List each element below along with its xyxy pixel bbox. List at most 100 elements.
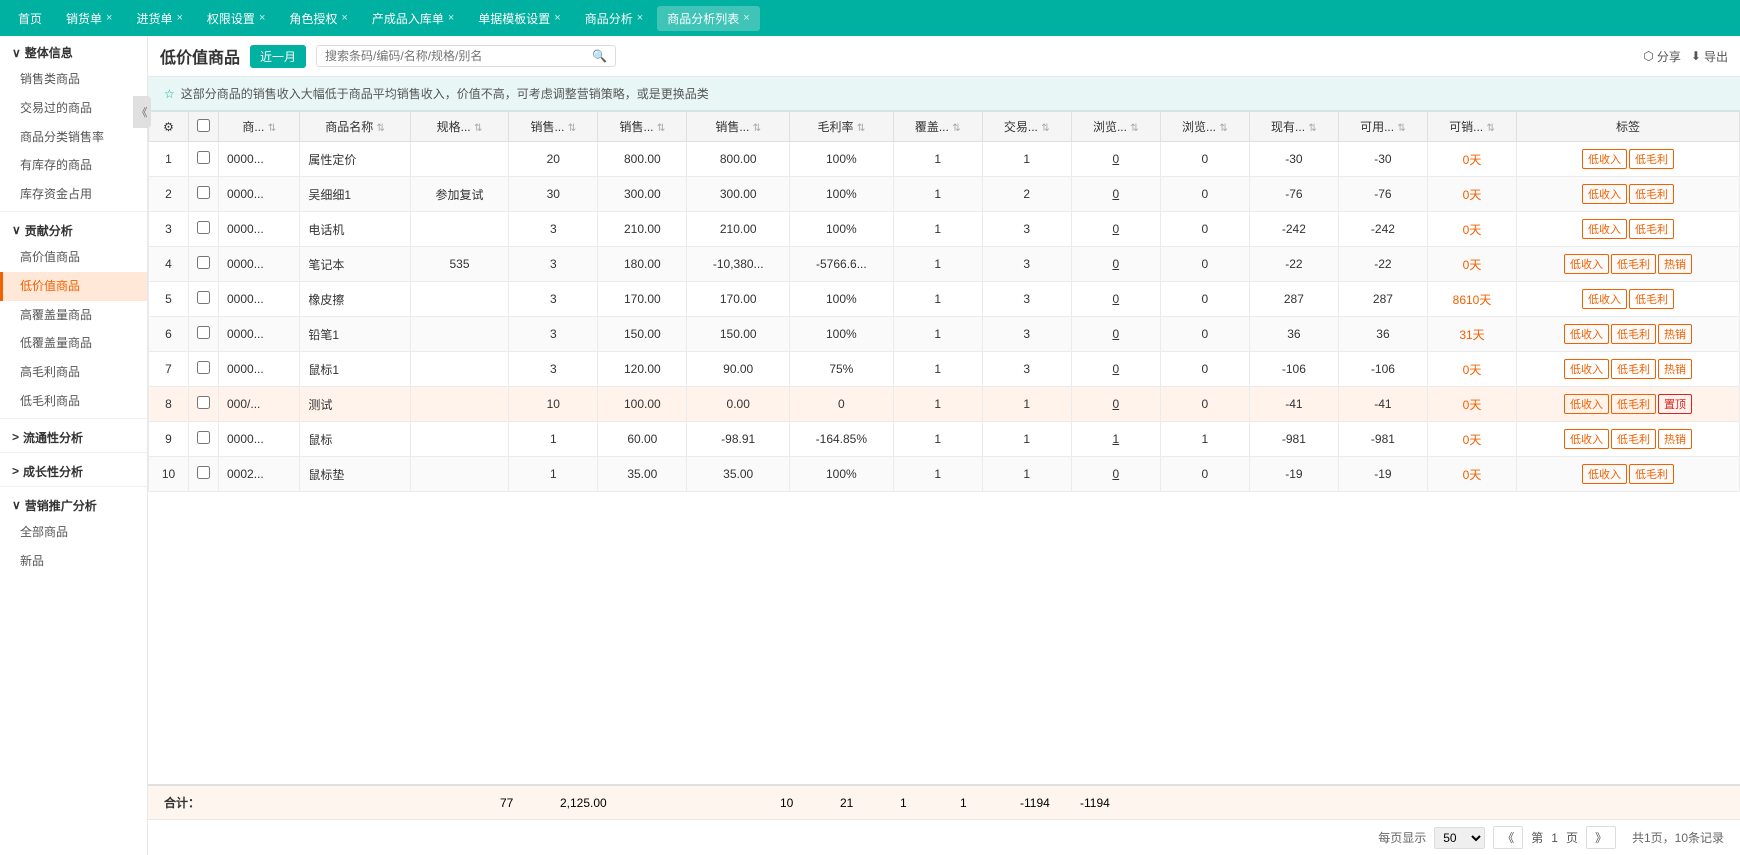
sidebar-item-high-margin[interactable]: 高毛利商品 (0, 358, 147, 387)
row-available: -30 (1338, 142, 1427, 177)
prev-page-button[interactable]: 《 (1493, 826, 1523, 849)
col-gross-margin[interactable]: 毛利率 ⇅ (790, 112, 894, 142)
browse1-value[interactable]: 0 (1112, 327, 1119, 341)
footer-browse2: 1 (960, 796, 1020, 810)
sidebar-item-low-value[interactable]: 低价值商品 (0, 272, 147, 301)
row-no: 3 (149, 212, 189, 247)
col-transaction[interactable]: 交易... ⇅ (982, 112, 1071, 142)
row-sales-qty: 20 (509, 142, 598, 177)
col-browse2[interactable]: 浏览... ⇅ (1160, 112, 1249, 142)
export-button[interactable]: ⬇ 导出 (1691, 48, 1728, 65)
nav-home[interactable]: 首页 (8, 6, 52, 31)
sidebar-collapse-button[interactable]: 《 (133, 96, 151, 128)
sidebar-item-high-value[interactable]: 高价值商品 (0, 243, 147, 272)
search-input[interactable] (325, 49, 592, 63)
row-available: 287 (1338, 282, 1427, 317)
row-checkbox[interactable] (197, 221, 210, 234)
pagination-bar: 每页显示 50 100 200 《 第 1 页 》 共1页，10条记录 (148, 819, 1740, 855)
sidebar-group-marketing[interactable]: ∨ 营销推广分析 (0, 489, 147, 518)
browse1-value[interactable]: 0 (1112, 397, 1119, 411)
col-browse1[interactable]: 浏览... ⇅ (1071, 112, 1160, 142)
col-current[interactable]: 现有... ⇅ (1249, 112, 1338, 142)
col-sales-qty[interactable]: 销售... ⇅ (509, 112, 598, 142)
sidebar-item-traded-goods[interactable]: 交易过的商品 (0, 94, 147, 123)
sidebar-item-new-goods[interactable]: 新品 (0, 547, 147, 576)
sidebar-item-category-sales-rate[interactable]: 商品分类销售率 (0, 123, 147, 152)
browse1-value[interactable]: 1 (1112, 432, 1119, 446)
nav-sales[interactable]: 销货单 × (56, 6, 122, 31)
close-goods-analysis-tab[interactable]: × (637, 12, 643, 24)
close-sales-tab[interactable]: × (106, 12, 112, 24)
row-checkbox[interactable] (197, 326, 210, 339)
sidebar-group-circulation[interactable]: > 流通性分析 (0, 421, 147, 450)
col-sales-amt2[interactable]: 销售... ⇅ (687, 112, 790, 142)
close-goods-analysis-list-tab[interactable]: × (743, 12, 749, 24)
close-product-stock-tab[interactable]: × (448, 12, 454, 24)
tag: 低收入 (1564, 324, 1609, 344)
row-checkbox[interactable] (197, 186, 210, 199)
close-template-tab[interactable]: × (554, 12, 560, 24)
col-name[interactable]: 商品名称 ⇅ (300, 112, 410, 142)
browse1-value[interactable]: 0 (1112, 257, 1119, 271)
sidebar-item-sales-goods[interactable]: 销售类商品 (0, 65, 147, 94)
row-coverage: 1 (893, 387, 982, 422)
nav-goods-analysis[interactable]: 商品分析 × (575, 6, 653, 31)
col-settings[interactable]: ⚙ (149, 112, 189, 142)
nav-purchase[interactable]: 进货单 × (126, 6, 192, 31)
sidebar-item-in-stock-goods[interactable]: 有库存的商品 (0, 151, 147, 180)
browse1-value[interactable]: 0 (1112, 292, 1119, 306)
row-sales-amt: 100.00 (598, 387, 687, 422)
search-icon[interactable]: 🔍 (592, 49, 607, 63)
row-gross-margin: 100% (790, 142, 894, 177)
row-checkbox[interactable] (197, 466, 210, 479)
col-spec[interactable]: 规格... ⇅ (410, 112, 509, 142)
sidebar-item-high-coverage[interactable]: 高覆盖量商品 (0, 301, 147, 330)
row-checkbox[interactable] (197, 256, 210, 269)
row-sales-amt: 180.00 (598, 247, 687, 282)
sidebar-group-contribution[interactable]: ∨ 贡献分析 (0, 214, 147, 243)
col-coverage[interactable]: 覆盖... ⇅ (893, 112, 982, 142)
select-all-checkbox[interactable] (197, 119, 210, 132)
row-available: -19 (1338, 457, 1427, 492)
sidebar-group-growth[interactable]: > 成长性分析 (0, 455, 147, 484)
col-code[interactable]: 商... ⇅ (219, 112, 300, 142)
content-area: 低价值商品 近一月 🔍 ⬡ 分享 ⬇ 导出 ☆ 这部分商品的销售收入大幅低于商品… (148, 36, 1740, 855)
row-checkbox[interactable] (197, 396, 210, 409)
nav-product-stock[interactable]: 产成品入库单 × (362, 6, 464, 31)
row-browse1: 0 (1071, 177, 1160, 212)
share-button[interactable]: ⬡ 分享 (1643, 48, 1681, 65)
browse1-value[interactable]: 0 (1112, 187, 1119, 201)
nav-template[interactable]: 单据模板设置 × (468, 6, 570, 31)
row-code: 0000... (219, 317, 300, 352)
row-checkbox[interactable] (197, 431, 210, 444)
period-button[interactable]: 近一月 (250, 45, 306, 68)
col-available[interactable]: 可用... ⇅ (1338, 112, 1427, 142)
row-browse1: 0 (1071, 247, 1160, 282)
close-permission-tab[interactable]: × (259, 12, 265, 24)
next-page-button[interactable]: 》 (1586, 826, 1616, 849)
col-saleable[interactable]: 可销... ⇅ (1427, 112, 1516, 142)
browse1-value[interactable]: 0 (1112, 467, 1119, 481)
row-checkbox[interactable] (197, 291, 210, 304)
sidebar-item-stock-capital[interactable]: 库存资金占用 (0, 180, 147, 209)
row-checkbox[interactable] (197, 361, 210, 374)
sidebar-item-low-margin[interactable]: 低毛利商品 (0, 387, 147, 416)
col-sales-amt[interactable]: 销售... ⇅ (598, 112, 687, 142)
browse1-value[interactable]: 0 (1112, 152, 1119, 166)
sidebar-item-low-coverage[interactable]: 低覆盖量商品 (0, 329, 147, 358)
browse1-value[interactable]: 0 (1112, 362, 1119, 376)
nav-goods-analysis-list[interactable]: 商品分析列表 × (657, 6, 759, 31)
row-available: -41 (1338, 387, 1427, 422)
close-role-tab[interactable]: × (341, 12, 347, 24)
sidebar-item-all-goods[interactable]: 全部商品 (0, 518, 147, 547)
row-checkbox[interactable] (197, 151, 210, 164)
close-purchase-tab[interactable]: × (176, 12, 182, 24)
row-browse2: 0 (1160, 282, 1249, 317)
row-sales-amt2: 300.00 (687, 177, 790, 212)
page-size-select[interactable]: 50 100 200 (1434, 827, 1485, 849)
nav-permission[interactable]: 权限设置 × (197, 6, 275, 31)
row-name: 电话机 (300, 212, 410, 247)
nav-role[interactable]: 角色授权 × (279, 6, 357, 31)
browse1-value[interactable]: 0 (1112, 222, 1119, 236)
sidebar-group-overall[interactable]: ∨ 整体信息 (0, 36, 147, 65)
